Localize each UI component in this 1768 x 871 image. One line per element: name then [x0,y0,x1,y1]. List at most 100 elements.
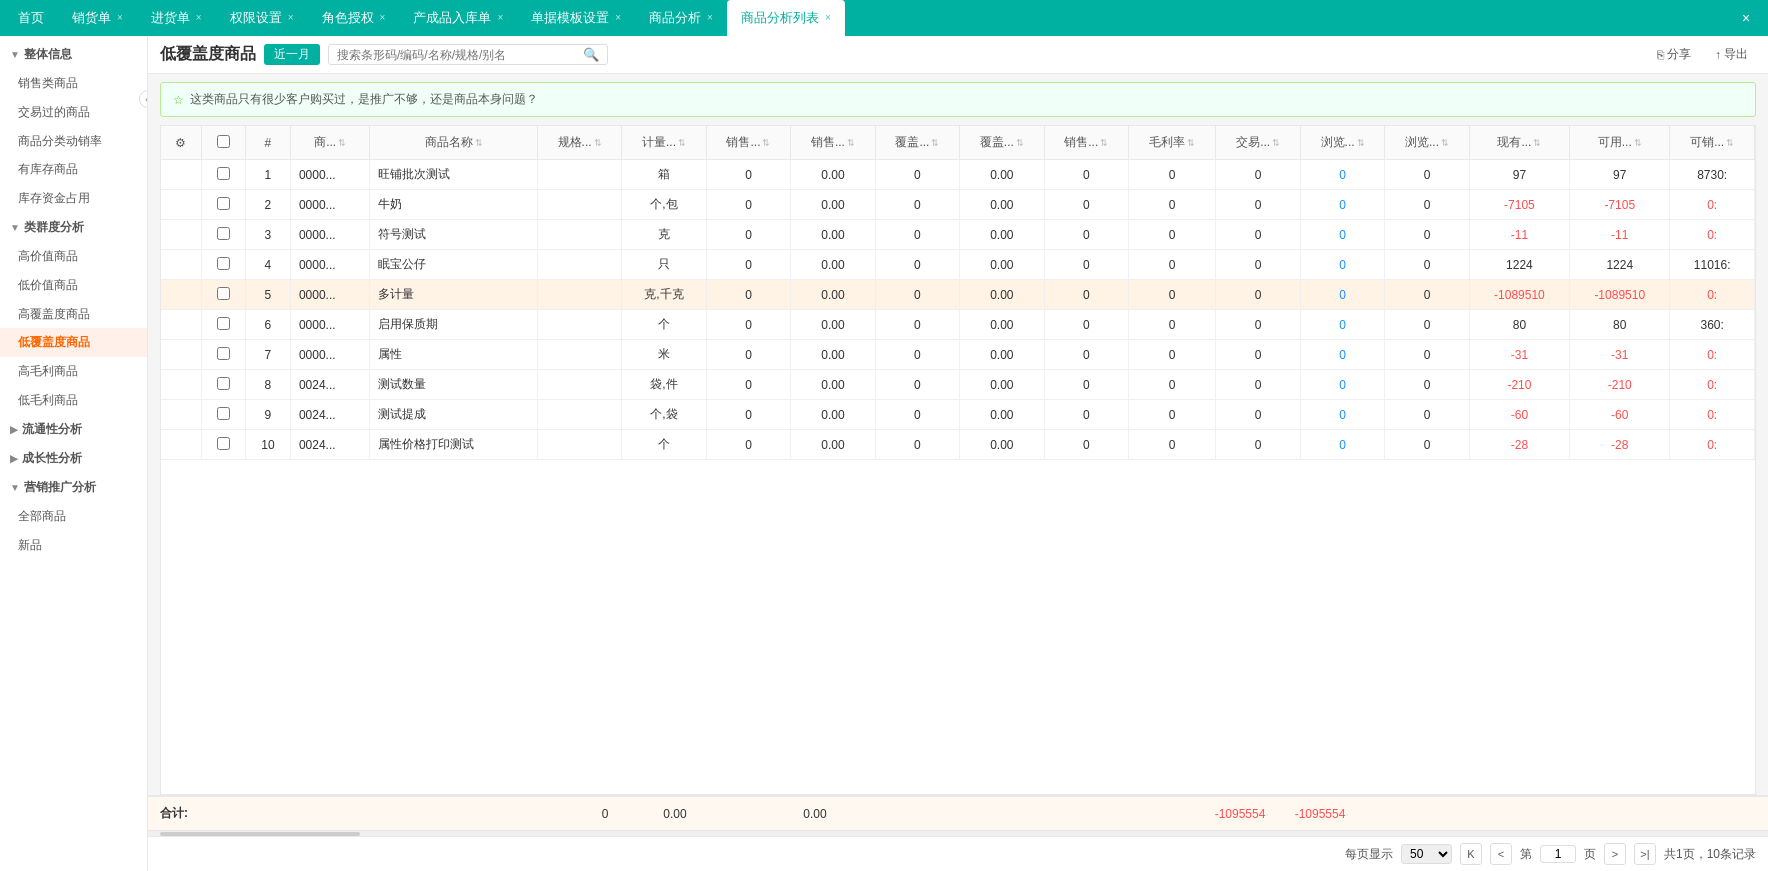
nav-template-close[interactable]: × [615,0,621,36]
row-index: 9 [245,400,290,430]
row-select-checkbox[interactable] [217,257,230,270]
page-number-input[interactable] [1540,845,1576,863]
global-close-button[interactable]: × [1728,0,1764,36]
row-cov2: 0.00 [960,310,1044,340]
per-page-select[interactable]: 50 100 200 [1401,844,1452,864]
last-page-button[interactable]: >| [1634,843,1656,865]
row-select-checkbox[interactable] [217,227,230,240]
th-spec[interactable]: 规格...⇅ [537,126,621,160]
sidebar-item-high-profit[interactable]: 高毛利商品 [0,357,147,386]
sidebar-item-stock-funds[interactable]: 库存资金占用 [0,184,147,213]
sidebar-section-cluster-label: 类群度分析 [24,219,84,236]
th-sellable[interactable]: 可销...⇅ [1670,126,1755,160]
nav-home[interactable]: 首页 [4,0,58,36]
th-trade[interactable]: 交易...⇅ [1216,126,1300,160]
nav-role-close[interactable]: × [380,0,386,36]
sidebar-item-new-products[interactable]: 新品 [0,531,147,560]
sidebar-item-low-value[interactable]: 低价值商品 [0,271,147,300]
th-browse1[interactable]: 浏览...⇅ [1300,126,1384,160]
nav-role[interactable]: 角色授权 × [308,0,400,36]
row-select-checkbox[interactable] [217,197,230,210]
sidebar-item-category-rate[interactable]: 商品分类动销率 [0,127,147,156]
export-button[interactable]: ↑ 导出 [1707,44,1756,65]
row-unit: 个 [622,310,706,340]
th-coverage2[interactable]: 覆盖...⇅ [960,126,1044,160]
row-sellable: 0: [1670,280,1755,310]
prev-page-button[interactable]: < [1490,843,1512,865]
th-coverage1[interactable]: 覆盖...⇅ [875,126,959,160]
period-button[interactable]: 近一月 [264,44,320,65]
first-page-button[interactable]: K [1460,843,1482,865]
th-settings[interactable]: ⚙ [161,126,201,160]
row-select-checkbox[interactable] [217,437,230,450]
th-current-stock[interactable]: 现有...⇅ [1469,126,1569,160]
row-select-checkbox[interactable] [217,377,230,390]
sidebar-item-high-coverage[interactable]: 高覆盖度商品 [0,300,147,329]
select-all-checkbox[interactable] [217,135,230,148]
th-unit[interactable]: 计量...⇅ [622,126,706,160]
nav-sales-close[interactable]: × [117,0,123,36]
next-page-button[interactable]: > [1604,843,1626,865]
th-sales-amt[interactable]: 销售...⇅ [791,126,875,160]
browse1-link[interactable]: 0 [1339,288,1346,302]
th-code[interactable]: 商...⇅ [290,126,370,160]
nav-warehouse-close[interactable]: × [497,0,503,36]
nav-warehouse[interactable]: 产成品入库单 × [399,0,517,36]
row-select-checkbox[interactable] [217,287,230,300]
sidebar-section-cluster[interactable]: ▼ 类群度分析 [0,213,147,242]
row-spec [537,340,621,370]
share-button[interactable]: ⎘ 分享 [1649,44,1699,65]
browse1-link[interactable]: 0 [1339,198,1346,212]
row-sales-x: 0 [1044,400,1128,430]
browse1-link[interactable]: 0 [1339,228,1346,242]
nav-permission[interactable]: 权限设置 × [216,0,308,36]
row-select-checkbox[interactable] [217,347,230,360]
nav-product-analysis-list-close[interactable]: × [825,0,831,36]
browse1-link[interactable]: 0 [1339,438,1346,452]
nav-product-analysis-close[interactable]: × [707,0,713,36]
row-name: 牛奶 [370,190,537,220]
th-sales-qty[interactable]: 销售...⇅ [706,126,790,160]
row-select-checkbox[interactable] [217,317,230,330]
th-browse2[interactable]: 浏览...⇅ [1385,126,1469,160]
sidebar-section-growth[interactable]: ▶ 成长性分析 [0,444,147,473]
sidebar-item-low-profit[interactable]: 低毛利商品 [0,386,147,415]
search-input[interactable] [337,48,583,62]
table-row: 4 0000... 眠宝公仔 只 0 0.00 0 0.00 0 0 0 0 0… [161,250,1755,280]
browse1-link[interactable]: 0 [1339,318,1346,332]
row-sales-qty: 0 [706,220,790,250]
th-name[interactable]: 商品名称⇅ [370,126,537,160]
th-available[interactable]: 可用...⇅ [1570,126,1670,160]
nav-permission-close[interactable]: × [288,0,294,36]
browse1-link[interactable]: 0 [1339,408,1346,422]
row-browse2: 0 [1385,370,1469,400]
browse1-link[interactable]: 0 [1339,168,1346,182]
nav-sales[interactable]: 销货单 × [58,0,137,36]
sidebar-item-high-value[interactable]: 高价值商品 [0,242,147,271]
row-browse1: 0 [1300,190,1384,220]
th-gross-rate[interactable]: 毛利率⇅ [1129,126,1216,160]
sidebar-item-sales-products[interactable]: 销售类商品 [0,69,147,98]
arrow-right-icon-3: ▶ [10,424,18,435]
horizontal-scrollbar[interactable] [160,832,360,836]
sidebar-item-traded-products[interactable]: 交易过的商品 [0,98,147,127]
nav-product-analysis[interactable]: 商品分析 × [635,0,727,36]
sidebar-section-general[interactable]: ▼ 整体信息 [0,40,147,69]
nav-purchase-close[interactable]: × [196,0,202,36]
nav-template[interactable]: 单据模板设置 × [517,0,635,36]
sidebar-section-flow[interactable]: ▶ 流通性分析 [0,415,147,444]
table-container[interactable]: ⚙ # 商...⇅ 商品名称⇅ 规格...⇅ 计量...⇅ 销售...⇅ 销售.… [160,125,1756,795]
th-sales-x[interactable]: 销售...⇅ [1044,126,1128,160]
sidebar-section-marketing[interactable]: ▼ 营销推广分析 [0,473,147,502]
sidebar-item-in-stock[interactable]: 有库存商品 [0,155,147,184]
row-cov1: 0 [875,190,959,220]
browse1-link[interactable]: 0 [1339,258,1346,272]
nav-purchase[interactable]: 进货单 × [137,0,216,36]
nav-product-analysis-list[interactable]: 商品分析列表 × [727,0,845,36]
sidebar-item-low-coverage[interactable]: 低覆盖度商品 [0,328,147,357]
row-select-checkbox[interactable] [217,167,230,180]
browse1-link[interactable]: 0 [1339,378,1346,392]
row-select-checkbox[interactable] [217,407,230,420]
sidebar-item-all-products[interactable]: 全部商品 [0,502,147,531]
browse1-link[interactable]: 0 [1339,348,1346,362]
